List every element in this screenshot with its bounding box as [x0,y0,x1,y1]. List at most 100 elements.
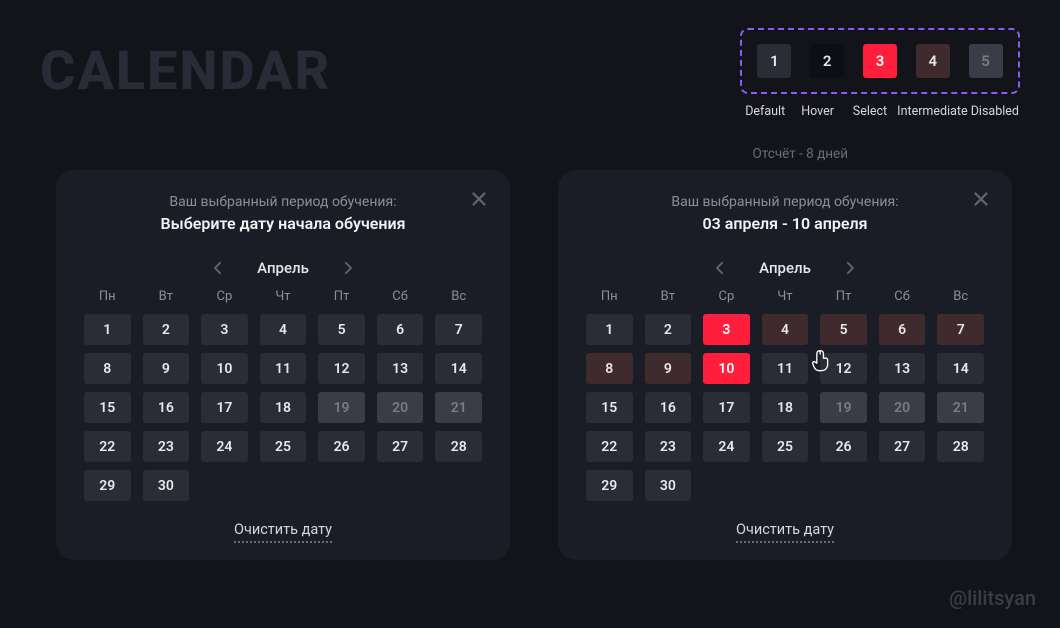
calendar-grid: 1234567891011121314151617181920212223242… [584,314,986,501]
day-cell[interactable]: 9 [645,353,692,384]
weekday-label: Вт [645,289,692,304]
day-cell[interactable]: 13 [377,353,424,384]
calendar-card-right: Ваш выбранный период обучения: 03 апреля… [558,170,1012,560]
day-cell[interactable]: 16 [143,392,190,423]
day-cell[interactable]: 4 [260,314,307,345]
weekdays: ПнВтСрЧтПтСбВс [584,289,986,304]
prev-month-button[interactable] [209,259,227,277]
day-cell[interactable]: 24 [201,431,248,462]
chevron-right-icon [339,259,357,277]
chevron-left-icon [209,259,227,277]
day-cell[interactable]: 26 [318,431,365,462]
day-cell[interactable]: 17 [703,392,750,423]
next-month-button[interactable] [339,259,357,277]
next-month-button[interactable] [841,259,859,277]
day-cell[interactable]: 5 [820,314,867,345]
day-cell[interactable]: 3 [201,314,248,345]
day-cell[interactable]: 7 [435,314,482,345]
prev-month-button[interactable] [711,259,729,277]
day-cell[interactable]: 15 [84,392,131,423]
legend-label-disabled: Disabled [970,104,1020,119]
day-cell[interactable]: 18 [762,392,809,423]
weekday-label: Пт [820,289,867,304]
legend: 1 2 3 4 5 Default Hover Select Intermedi… [740,28,1020,119]
day-cell: 19 [318,392,365,423]
day-cell[interactable]: 28 [435,431,482,462]
legend-label-default: Default [740,104,790,119]
day-cell[interactable]: 2 [645,314,692,345]
day-cell[interactable]: 8 [84,353,131,384]
day-cell[interactable]: 14 [937,353,984,384]
day-cell[interactable]: 27 [879,431,926,462]
day-cell[interactable]: 2 [143,314,190,345]
legend-cell-hover: 2 [810,44,844,78]
day-cell: 20 [377,392,424,423]
day-cell[interactable]: 13 [879,353,926,384]
calendar-card-left: Ваш выбранный период обучения: Выберите … [56,170,510,560]
day-cell[interactable]: 5 [318,314,365,345]
card-header-value: 03 апреля - 10 апреля [584,214,986,233]
day-cell[interactable]: 23 [143,431,190,462]
day-cell[interactable]: 30 [645,470,692,501]
watermark: @lilitsyan [949,586,1036,610]
close-icon [468,188,490,210]
legend-cell-select: 3 [863,44,897,78]
weekday-label: Сб [879,289,926,304]
month-nav: Апрель [82,259,484,277]
weekday-label: Ср [703,289,750,304]
weekday-label: Сб [377,289,424,304]
calendar-grid: 1234567891011121314151617181920212223242… [82,314,484,501]
weekday-label: Вт [143,289,190,304]
day-cell[interactable]: 6 [879,314,926,345]
clear-date: Очистить дату [584,521,986,538]
close-button[interactable] [970,188,992,210]
day-cell[interactable]: 25 [762,431,809,462]
clear-date-button[interactable]: Очистить дату [234,521,332,543]
countdown-text: Отсчёт - 8 дней [753,146,849,162]
day-cell[interactable]: 9 [143,353,190,384]
weekday-label: Пт [318,289,365,304]
day-cell[interactable]: 27 [377,431,424,462]
page-title: CALENDAR [40,40,331,103]
day-cell[interactable]: 4 [762,314,809,345]
day-cell[interactable]: 15 [586,392,633,423]
day-cell[interactable]: 16 [645,392,692,423]
day-cell[interactable]: 1 [84,314,131,345]
day-cell[interactable]: 11 [260,353,307,384]
day-cell[interactable]: 29 [586,470,633,501]
weekday-label: Чт [762,289,809,304]
day-cell[interactable]: 10 [703,353,750,384]
day-cell[interactable]: 7 [937,314,984,345]
day-cell[interactable]: 30 [143,470,190,501]
close-icon [970,188,992,210]
legend-cell-default: 1 [757,44,791,78]
day-cell[interactable]: 3 [703,314,750,345]
day-cell[interactable]: 23 [645,431,692,462]
day-cell[interactable]: 28 [937,431,984,462]
day-cell[interactable]: 12 [318,353,365,384]
day-cell[interactable]: 11 [762,353,809,384]
legend-label-intermediate: Intermediate [897,104,967,119]
day-cell[interactable]: 29 [84,470,131,501]
day-cell[interactable]: 6 [377,314,424,345]
weekday-label: Чт [260,289,307,304]
day-cell[interactable]: 1 [586,314,633,345]
day-cell[interactable]: 10 [201,353,248,384]
month-label: Апрель [759,259,811,277]
day-cell[interactable]: 8 [586,353,633,384]
clear-date-button[interactable]: Очистить дату [736,521,834,543]
close-button[interactable] [468,188,490,210]
day-cell[interactable]: 24 [703,431,750,462]
legend-label-hover: Hover [792,104,842,119]
weekdays: ПнВтСрЧтПтСбВс [82,289,484,304]
day-cell[interactable]: 18 [260,392,307,423]
day-cell[interactable]: 17 [201,392,248,423]
day-cell: 19 [820,392,867,423]
legend-cell-disabled: 5 [969,44,1003,78]
day-cell[interactable]: 26 [820,431,867,462]
day-cell[interactable]: 14 [435,353,482,384]
day-cell[interactable]: 22 [586,431,633,462]
chevron-left-icon [711,259,729,277]
day-cell[interactable]: 22 [84,431,131,462]
day-cell[interactable]: 25 [260,431,307,462]
